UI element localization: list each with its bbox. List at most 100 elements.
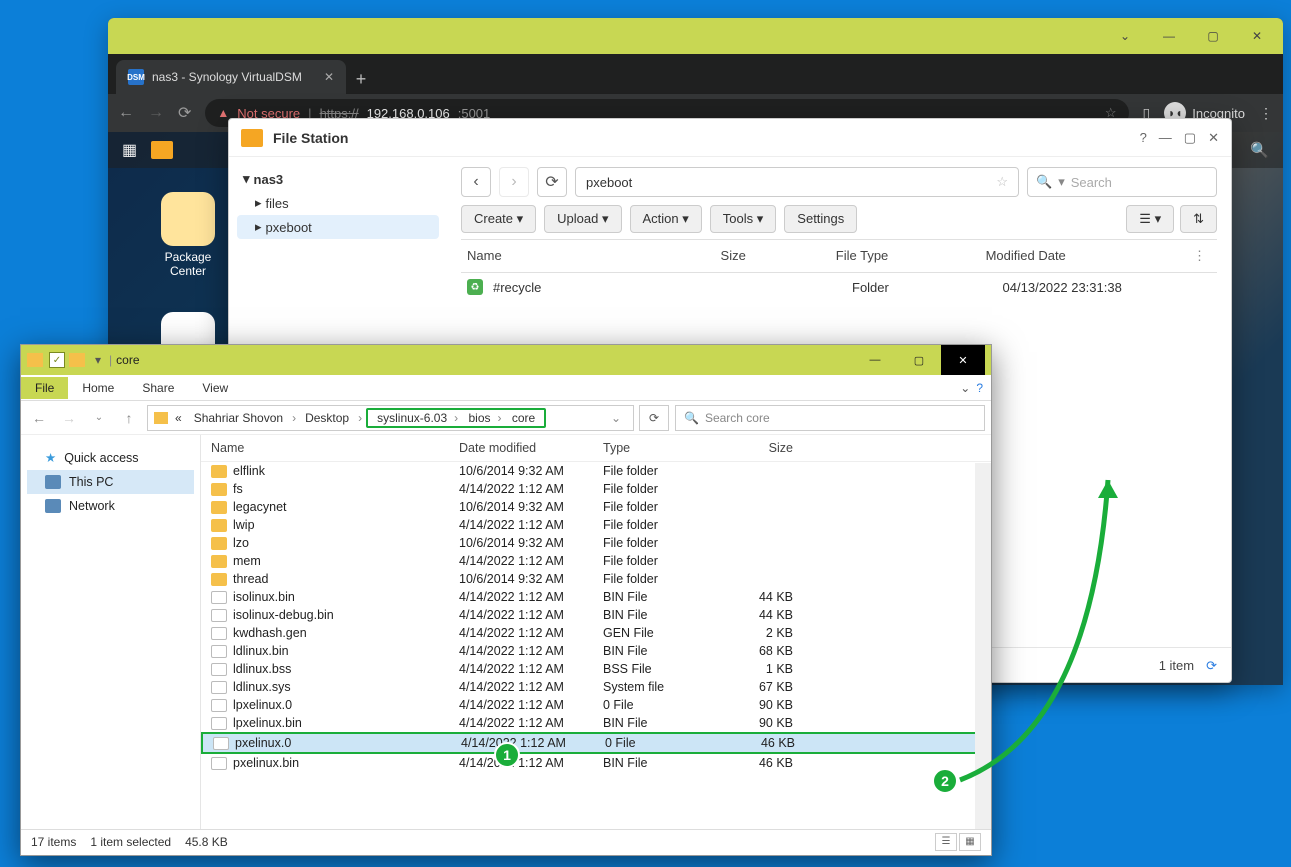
search-icon[interactable]: 🔍	[1250, 141, 1269, 159]
breadcrumb-seg[interactable]: Desktop	[300, 409, 354, 427]
package-center-shortcut[interactable]: Package Center	[148, 192, 228, 278]
breadcrumb-seg[interactable]: syslinux-6.03	[372, 409, 452, 427]
breadcrumb[interactable]: « Shahriar Shovon› Desktop› syslinux-6.0…	[147, 405, 634, 431]
forward-button[interactable]: →	[148, 104, 164, 122]
maximize-button[interactable]: ▢	[1191, 21, 1235, 51]
dsm-taskbar-filestation-icon[interactable]	[151, 141, 173, 159]
minimize-button[interactable]: —	[1147, 21, 1191, 51]
file-row[interactable]: legacynet10/6/2014 9:32 AMFile folder	[201, 498, 991, 516]
file-row[interactable]: elflink10/6/2014 9:32 AMFile folder	[201, 462, 991, 480]
tab-close-icon[interactable]: ✕	[324, 70, 334, 84]
breadcrumb-seg[interactable]: bios	[463, 409, 495, 427]
search-box[interactable]: 🔍 Search core	[675, 405, 985, 431]
cell-date: 4/14/2022 1:12 AM	[459, 756, 603, 770]
view-mode-button[interactable]: ☰ ▾	[1126, 205, 1174, 233]
back-button[interactable]: ←	[118, 104, 134, 122]
header-date[interactable]: Modified Date	[986, 248, 1193, 264]
chrome-menu-icon[interactable]: ⋮	[1259, 105, 1273, 122]
refresh-icon[interactable]: ⟳	[1206, 658, 1217, 674]
path-bar[interactable]: pxeboot ☆	[575, 167, 1019, 197]
header-size[interactable]: Size	[721, 248, 836, 264]
file-row[interactable]: mem4/14/2022 1:12 AMFile folder	[201, 552, 991, 570]
tree-item-pxeboot[interactable]: ▸ pxeboot	[237, 215, 439, 239]
ribbon-expand-icon[interactable]: ⌄	[960, 381, 970, 395]
reload-button[interactable]: ⟳	[178, 103, 191, 123]
view-icons-button[interactable]: ▦	[959, 833, 981, 851]
chrome-dropdown-icon[interactable]: ⌄	[1103, 21, 1147, 51]
scrollbar[interactable]	[975, 463, 991, 829]
ribbon-view[interactable]: View	[188, 377, 242, 399]
file-row[interactable]: ♻ #recycle Folder 04/13/2022 23:31:38	[461, 273, 1217, 301]
close-button[interactable]: ✕	[941, 345, 985, 375]
star-icon[interactable]: ☆	[996, 174, 1008, 190]
file-row[interactable]: lpxelinux.04/14/2022 1:12 AM0 File90 KB	[201, 696, 991, 714]
file-row[interactable]: isolinux.bin4/14/2022 1:12 AMBIN File44 …	[201, 588, 991, 606]
file-row[interactable]: lpxelinux.bin4/14/2022 1:12 AMBIN File90…	[201, 714, 991, 732]
nav-network[interactable]: Network	[27, 494, 194, 518]
close-button[interactable]: ✕	[1235, 21, 1279, 51]
refresh-button[interactable]: ⟳	[639, 405, 669, 431]
forward-button[interactable]: →	[57, 406, 81, 430]
maximize-button[interactable]: ▢	[1184, 130, 1196, 146]
help-icon[interactable]: ?	[976, 381, 983, 395]
breadcrumb-seg[interactable]: Shahriar Shovon	[189, 409, 288, 427]
settings-button[interactable]: Settings	[784, 205, 857, 233]
tools-button[interactable]: Tools ▾	[710, 205, 777, 233]
ribbon-share[interactable]: Share	[128, 377, 188, 399]
refresh-button[interactable]: ⟳	[537, 167, 567, 197]
tree-item-files[interactable]: ▸ files	[237, 191, 439, 215]
back-button[interactable]: ←	[27, 406, 51, 430]
breadcrumb-dropdown-icon[interactable]: ⌄	[605, 411, 627, 425]
recent-dropdown-icon[interactable]: ⌄	[87, 406, 111, 430]
column-menu-icon[interactable]: ⋮	[1193, 248, 1211, 264]
minimize-button[interactable]: —	[1159, 130, 1172, 146]
cell-type: File folder	[603, 572, 719, 586]
header-name[interactable]: Name	[467, 248, 721, 264]
ribbon-home[interactable]: Home	[68, 377, 128, 399]
dsm-apps-icon[interactable]: ▦	[122, 140, 137, 160]
search-box[interactable]: 🔍▾ Search	[1027, 167, 1217, 197]
file-row[interactable]: kwdhash.gen4/14/2022 1:12 AMGEN File2 KB	[201, 624, 991, 642]
tree-root[interactable]: ▾ nas3	[237, 167, 439, 191]
close-button[interactable]: ✕	[1208, 130, 1219, 146]
header-type[interactable]: Type	[603, 441, 719, 455]
cell-name: lpxelinux.bin	[233, 716, 459, 730]
header-name[interactable]: Name	[211, 441, 459, 455]
ribbon-file[interactable]: File	[21, 377, 68, 399]
qat-dropdown-icon[interactable]: ▾	[91, 353, 105, 367]
action-button[interactable]: Action ▾	[630, 205, 702, 233]
header-type[interactable]: File Type	[836, 248, 986, 264]
chevron-right-icon: ›	[452, 411, 460, 425]
cell-date: 4/14/2022 1:12 AM	[459, 518, 603, 532]
header-size[interactable]: Size	[719, 441, 793, 455]
nav-quick-access[interactable]: ★Quick access	[27, 445, 194, 470]
file-row[interactable]: lwip4/14/2022 1:12 AMFile folder	[201, 516, 991, 534]
file-row[interactable]: ldlinux.bss4/14/2022 1:12 AMBSS File1 KB	[201, 660, 991, 678]
up-button[interactable]: ↑	[117, 406, 141, 430]
browser-tab[interactable]: DSM nas3 - Synology VirtualDSM ✕	[116, 60, 346, 94]
header-date[interactable]: Date modified	[459, 441, 603, 455]
breadcrumb-seg[interactable]: core	[507, 409, 540, 427]
minimize-button[interactable]: —	[853, 345, 897, 375]
file-row[interactable]: pxelinux.04/14/2022 1:12 AM0 File46 KB	[201, 732, 991, 754]
view-details-button[interactable]: ☰	[935, 833, 957, 851]
file-row[interactable]: lzo10/6/2014 9:32 AMFile folder	[201, 534, 991, 552]
nav-this-pc[interactable]: This PC	[27, 470, 194, 494]
maximize-button[interactable]: ▢	[897, 345, 941, 375]
file-row[interactable]: thread10/6/2014 9:32 AMFile folder	[201, 570, 991, 588]
file-row[interactable]: pxelinux.bin4/14/2022 1:12 AMBIN File46 …	[201, 754, 991, 772]
file-row[interactable]: ldlinux.bin4/14/2022 1:12 AMBIN File68 K…	[201, 642, 991, 660]
breadcrumb-highlight: syslinux-6.03› bios› core	[366, 408, 546, 428]
help-icon[interactable]: ?	[1140, 130, 1147, 146]
file-row[interactable]: isolinux-debug.bin4/14/2022 1:12 AMBIN F…	[201, 606, 991, 624]
cell-name: ldlinux.sys	[233, 680, 459, 694]
upload-button[interactable]: Upload ▾	[544, 205, 621, 233]
file-row[interactable]: ldlinux.sys4/14/2022 1:12 AMSystem file6…	[201, 678, 991, 696]
forward-button[interactable]: ›	[499, 167, 529, 197]
sort-button[interactable]: ⇅	[1180, 205, 1217, 233]
quick-access-toolbar-check[interactable]: ✓	[49, 352, 65, 368]
file-row[interactable]: fs4/14/2022 1:12 AMFile folder	[201, 480, 991, 498]
new-tab-button[interactable]: +	[346, 64, 376, 94]
create-button[interactable]: Create ▾	[461, 205, 536, 233]
back-button[interactable]: ‹	[461, 167, 491, 197]
